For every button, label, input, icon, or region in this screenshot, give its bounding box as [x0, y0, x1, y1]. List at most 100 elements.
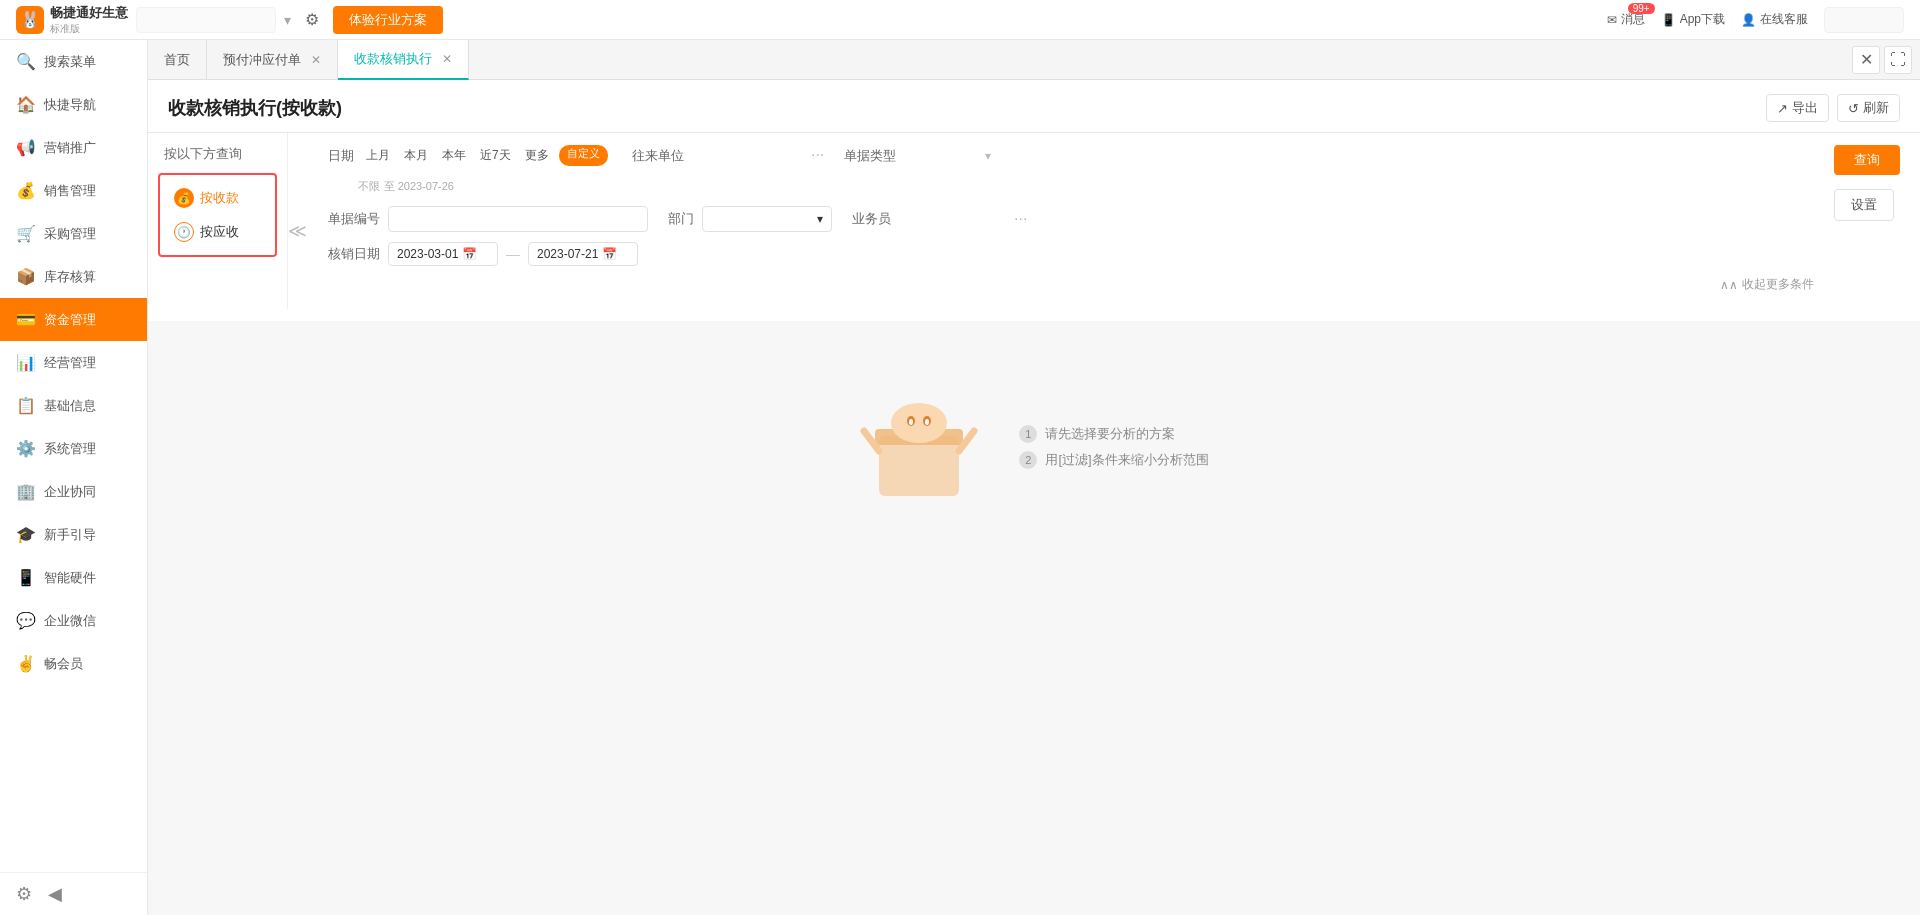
sidebar-item-purchase[interactable]: 🛒 采购管理	[0, 212, 147, 255]
empty-hint-2: 2 用[过滤]条件来缩小分析范围	[1019, 451, 1208, 469]
dept-select[interactable]: ▾	[702, 206, 832, 232]
date-last-month[interactable]: 上月	[362, 145, 394, 166]
system-icon: ⚙️	[16, 439, 36, 458]
sidebar-item-wechat[interactable]: 💬 企业微信	[0, 599, 147, 642]
search-icon: 🔍	[16, 52, 36, 71]
sidebar-item-label: 企业微信	[44, 612, 96, 630]
date-label: 日期	[328, 147, 354, 165]
sidebar-item-label: 畅会员	[44, 655, 83, 673]
tab-prepay[interactable]: 预付冲应付单 ✕	[207, 40, 338, 80]
service-icon: 👤	[1741, 13, 1756, 27]
sidebar-item-quick-nav[interactable]: 🏠 快捷导航	[0, 83, 147, 126]
sidebar-item-label: 经营管理	[44, 354, 96, 372]
tab-expand-btn[interactable]: ⛶	[1884, 46, 1912, 74]
counterparty-label: 往来单位	[632, 148, 684, 163]
verify-date-start-value: 2023-03-01	[397, 247, 458, 261]
voucher-type-dropdown[interactable]: ▾	[985, 149, 991, 163]
sidebar-item-label: 库存核算	[44, 268, 96, 286]
filter-collapse-btn[interactable]: ≪	[288, 133, 308, 309]
setting-button[interactable]: 设置	[1834, 189, 1894, 221]
refresh-button[interactable]: ↺ 刷新	[1837, 94, 1900, 122]
sidebar-item-operations[interactable]: 📊 经营管理	[0, 341, 147, 384]
counterparty-more-icon[interactable]: ···	[811, 146, 824, 163]
page-title: 收款核销执行(按收款)	[168, 96, 342, 120]
operations-icon: 📊	[16, 353, 36, 372]
settings-icon[interactable]: ⚙	[299, 7, 325, 33]
export-icon: ↗	[1777, 101, 1788, 116]
message-button[interactable]: ✉ 消息 99+	[1607, 11, 1645, 28]
date-7days[interactable]: 近7天	[476, 145, 515, 166]
enterprise-icon: 🏢	[16, 482, 36, 501]
verify-date-end-value: 2023-07-21	[537, 247, 598, 261]
empty-text: 1 请先选择要分析的方案 2 用[过滤]条件来缩小分析范围	[1019, 425, 1208, 477]
sidebar-item-guide[interactable]: 🎓 新手引导	[0, 513, 147, 556]
sidebar-item-label: 智能硬件	[44, 569, 96, 587]
app-label: App下载	[1680, 11, 1725, 28]
company-dropdown-icon[interactable]: ▾	[284, 12, 291, 28]
empty-illustration	[859, 401, 979, 501]
hardware-icon: 📱	[16, 568, 36, 587]
query-button[interactable]: 查询	[1834, 145, 1900, 175]
sidebar-item-hardware[interactable]: 📱 智能硬件	[0, 556, 147, 599]
staff-field: 业务员 ···	[852, 210, 1027, 228]
filter-option-by-collection[interactable]: 💰 按收款	[160, 181, 275, 215]
sidebar-item-enterprise[interactable]: 🏢 企业协同	[0, 470, 147, 513]
verify-date-field: 核销日期 2023-03-01 📅 — 2023-07-21 📅	[328, 242, 638, 266]
sidebar-item-label: 搜索菜单	[44, 53, 96, 71]
sales-icon: 💰	[16, 181, 36, 200]
date-this-year[interactable]: 本年	[438, 145, 470, 166]
sidebar-item-search[interactable]: 🔍 搜索菜单	[0, 40, 147, 83]
refresh-label: 刷新	[1863, 99, 1889, 117]
sidebar-item-marketing[interactable]: 📢 营销推广	[0, 126, 147, 169]
sidebar-collapse-icon[interactable]: ◀	[48, 883, 62, 905]
company-selector[interactable]	[136, 7, 276, 33]
collapse-more-btn[interactable]: ∧∧ 收起更多条件	[328, 276, 1834, 297]
page-header: 收款核销执行(按收款) ↗ 导出 ↺ 刷新	[148, 80, 1920, 133]
sidebar-item-member[interactable]: ✌️ 畅会员	[0, 642, 147, 685]
tab-collection[interactable]: 收款核销执行 ✕	[338, 40, 469, 80]
staff-more-icon[interactable]: ···	[1014, 210, 1027, 228]
home-icon: 🏠	[16, 95, 36, 114]
user-menu[interactable]	[1824, 7, 1904, 33]
svg-point-2	[891, 403, 947, 443]
tab-collection-close[interactable]: ✕	[442, 52, 452, 66]
filter-option-by-receivable[interactable]: 🕐 按应收	[160, 215, 275, 249]
tab-prepay-close[interactable]: ✕	[311, 53, 321, 67]
message-badge: 99+	[1628, 3, 1655, 14]
sidebar-item-label: 营销推广	[44, 139, 96, 157]
export-button[interactable]: ↗ 导出	[1766, 94, 1829, 122]
sidebar-item-label: 系统管理	[44, 440, 96, 458]
solution-button[interactable]: 体验行业方案	[333, 6, 443, 34]
tab-close-all-btn[interactable]: ✕	[1852, 46, 1880, 74]
online-service-button[interactable]: 👤 在线客服	[1741, 11, 1808, 28]
date-separator: —	[506, 246, 520, 262]
sidebar-item-basic-info[interactable]: 📋 基础信息	[0, 384, 147, 427]
sidebar-item-label: 采购管理	[44, 225, 96, 243]
inventory-icon: 📦	[16, 267, 36, 286]
sidebar-item-sales[interactable]: 💰 销售管理	[0, 169, 147, 212]
verify-date-end[interactable]: 2023-07-21 📅	[528, 242, 638, 266]
svg-point-6	[925, 419, 929, 425]
date-more[interactable]: 更多	[521, 145, 553, 166]
purchase-icon: 🛒	[16, 224, 36, 243]
sidebar-item-label: 新手引导	[44, 526, 96, 544]
date-custom-tag[interactable]: 自定义	[559, 145, 608, 166]
verify-date-start[interactable]: 2023-03-01 📅	[388, 242, 498, 266]
tab-home[interactable]: 首页	[148, 40, 207, 80]
sidebar-settings-icon[interactable]: ⚙	[16, 883, 32, 905]
sidebar-item-inventory[interactable]: 📦 库存核算	[0, 255, 147, 298]
sidebar-item-finance[interactable]: 💳 资金管理	[0, 298, 147, 341]
filter-form: 日期 上月 本月 本年 近7天 更多 自定义	[308, 133, 1920, 309]
wechat-icon: 💬	[16, 611, 36, 630]
app-download-button[interactable]: 📱 App下载	[1661, 11, 1725, 28]
date-quick-btns: 上月 本月 本年 近7天 更多 自定义	[362, 145, 608, 166]
logo-main: 畅捷通好生意	[50, 4, 128, 22]
voucher-no-input[interactable]	[388, 206, 648, 232]
sidebar-item-system[interactable]: ⚙️ 系统管理	[0, 427, 147, 470]
sidebar: 🔍 搜索菜单 🏠 快捷导航 📢 营销推广 💰 销售管理 🛒 采购管理 📦 库存核…	[0, 40, 148, 915]
empty-hint-1-text: 请先选择要分析的方案	[1045, 425, 1175, 443]
by-collection-label: 按收款	[200, 189, 239, 207]
empty-svg	[859, 401, 979, 501]
main-layout: 🔍 搜索菜单 🏠 快捷导航 📢 营销推广 💰 销售管理 🛒 采购管理 📦 库存核…	[0, 40, 1920, 915]
date-this-month[interactable]: 本月	[400, 145, 432, 166]
